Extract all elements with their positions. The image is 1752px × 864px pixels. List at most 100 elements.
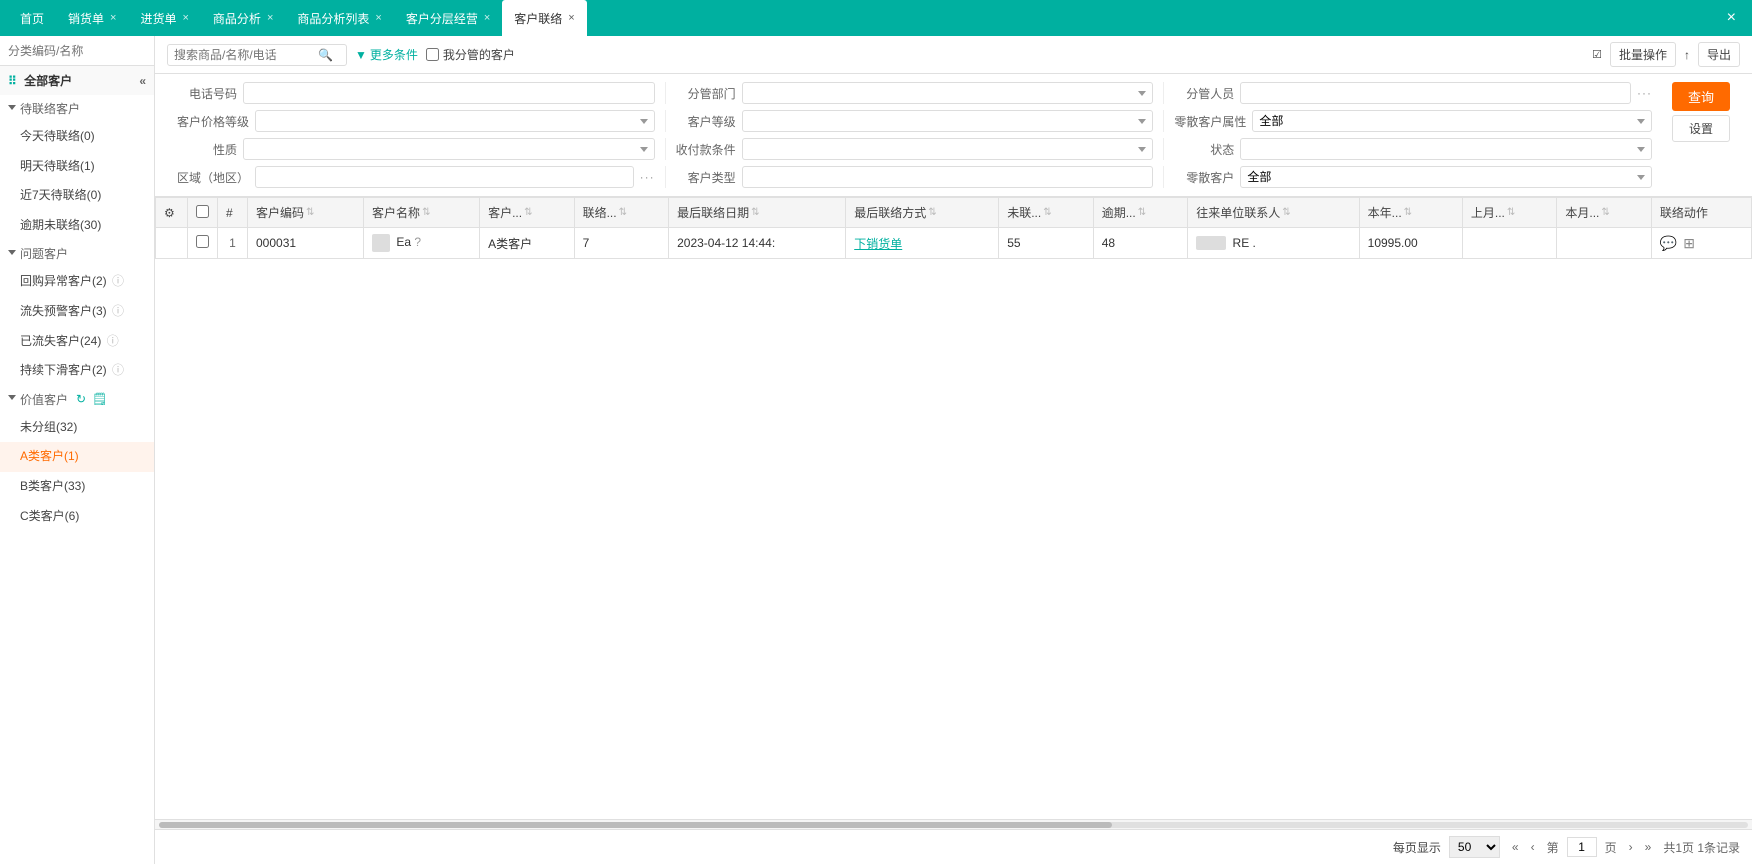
qr-icon[interactable]: ⊞ [1683, 235, 1695, 252]
price-grade-select[interactable] [255, 110, 655, 132]
th-last-month: 上月... ⇅ [1462, 198, 1557, 228]
select-all-checkbox[interactable] [196, 205, 209, 218]
customer-contact-label: 客户联络 [514, 10, 562, 27]
batch-ops-button[interactable]: 批量操作 [1610, 42, 1676, 67]
sparse-attr-select[interactable]: 全部 [1252, 110, 1652, 132]
sidebar-item-today[interactable]: 今天待联络(0) [0, 122, 154, 152]
sidebar-group-pending[interactable]: 待联络客户 [0, 95, 154, 122]
page-input[interactable] [1567, 837, 1597, 857]
h-scrollbar-thumb [159, 822, 1112, 828]
last-page-btn[interactable]: » [1641, 839, 1656, 855]
close-all-icon[interactable]: × [1719, 9, 1744, 27]
sort-code-icon[interactable]: ⇅ [306, 207, 314, 218]
h-scrollbar[interactable] [155, 819, 1752, 829]
td-gear [156, 228, 188, 259]
cust-grade-label: 客户等级 [676, 113, 736, 130]
td-num: 1 [218, 228, 248, 259]
nav-tab-customer-mgmt[interactable]: 客户分层经营 × [394, 0, 502, 36]
settings-button[interactable]: 设置 [1672, 115, 1730, 142]
sort-name-icon[interactable]: ⇅ [422, 207, 430, 218]
sidebar-all-customers[interactable]: ⠿ 全部客户 « [0, 66, 154, 95]
sidebar-item-a-class[interactable]: A类客户(1) [0, 442, 154, 472]
filter-cell-dept: 分管部门 [666, 82, 1165, 104]
region-input[interactable] [255, 166, 634, 188]
dept-label: 分管部门 [676, 85, 736, 102]
status-select[interactable] [1240, 138, 1652, 160]
close-goods-analysis-icon[interactable]: × [267, 12, 273, 24]
dept-select[interactable] [742, 82, 1154, 104]
sidebar-item-b-class[interactable]: B类客户(33) [0, 472, 154, 502]
person-dots[interactable]: ··· [1637, 86, 1652, 100]
close-purchase-icon[interactable]: × [182, 12, 188, 24]
cust-type-input[interactable] [742, 166, 1154, 188]
row-checkbox[interactable] [196, 235, 209, 248]
search-icon[interactable]: 🔍 [318, 48, 333, 62]
sort-date-icon[interactable]: ⇅ [751, 207, 759, 218]
all-customers-label: ⠿ 全部客户 [8, 72, 72, 89]
sort-type-icon[interactable]: ⇅ [524, 207, 532, 218]
settings-gear-icon[interactable]: ⚙ [164, 206, 175, 220]
td-not-contacted: 55 [999, 228, 1094, 259]
sidebar-group-value[interactable]: 价值客户 ↻ 🗒 [0, 386, 154, 413]
customer-mgmt-label: 客户分层经营 [406, 10, 478, 27]
per-page-select[interactable]: 50 100 [1449, 836, 1500, 858]
payment-select[interactable] [742, 138, 1154, 160]
close-goods-list-icon[interactable]: × [375, 12, 381, 24]
nav-tab-purchase[interactable]: 进货单 × [128, 0, 200, 36]
my-customers-check[interactable] [426, 48, 439, 61]
nav-tab-goods-analysis[interactable]: 商品分析 × [201, 0, 285, 36]
sidebar-item-repurchase-abnormal[interactable]: 回购异常客户(2) ⓘ [0, 267, 154, 297]
chat-icon[interactable]: 💬 [1660, 235, 1677, 252]
person-input[interactable] [1240, 82, 1631, 104]
home-label: 首页 [20, 10, 44, 27]
filter-cell-cust-type: 客户类型 [666, 166, 1165, 188]
sidebar-item-declining[interactable]: 持续下滑客户(2) ⓘ [0, 356, 154, 386]
cust-grade-select[interactable] [742, 110, 1154, 132]
sidebar-item-overdue[interactable]: 逾期未联络(30) [0, 211, 154, 241]
nav-tab-sales[interactable]: 销货单 × [56, 0, 128, 36]
more-conditions-btn[interactable]: ▼ 更多条件 [355, 46, 418, 63]
cust-type-label: 客户类型 [676, 169, 736, 186]
sidebar-item-7days[interactable]: 近7天待联络(0) [0, 181, 154, 211]
last-method-link[interactable]: 下销货单 [854, 237, 902, 251]
nav-tab-customer-contact[interactable]: 客户联络 × [502, 0, 586, 36]
first-page-btn[interactable]: « [1508, 839, 1523, 855]
region-label: 区域（地区） [177, 169, 249, 186]
nav-tab-home[interactable]: 首页 [8, 0, 56, 36]
sidebar-item-churn-warning[interactable]: 流失预警客户(3) ⓘ [0, 297, 154, 327]
nav-tab-goods-list[interactable]: 商品分析列表 × [285, 0, 393, 36]
prev-page-btn[interactable]: ‹ [1527, 839, 1539, 855]
sort-not-contacted-icon[interactable]: ⇅ [1043, 207, 1051, 218]
close-customer-contact-icon[interactable]: × [568, 12, 574, 24]
close-sales-icon[interactable]: × [110, 12, 116, 24]
close-customer-mgmt-icon[interactable]: × [484, 12, 490, 24]
sidebar-item-c-class[interactable]: C类客户(6) [0, 502, 154, 532]
td-liaison: RE . [1188, 228, 1359, 259]
sidebar-item-unclassified[interactable]: 未分组(32) [0, 413, 154, 443]
next-page-btn[interactable]: › [1625, 839, 1637, 855]
my-customers-checkbox[interactable]: 我分管的客户 [426, 46, 515, 63]
sidebar-search-input[interactable] [8, 44, 155, 58]
payment-label: 收付款条件 [676, 141, 736, 158]
checkbox-icon: ☑ [1592, 48, 1602, 61]
phone-input[interactable] [243, 82, 655, 104]
export-button[interactable]: 导出 [1698, 42, 1740, 67]
sort-this-month-icon[interactable]: ⇅ [1601, 207, 1609, 218]
sidebar-item-tomorrow[interactable]: 明天待联络(1) [0, 152, 154, 182]
sidebar-item-churned[interactable]: 已流失客户(24) ⓘ [0, 327, 154, 357]
sort-method-icon[interactable]: ⇅ [928, 207, 936, 218]
nature-select[interactable] [243, 138, 655, 160]
sort-last-month-icon[interactable]: ⇅ [1507, 207, 1515, 218]
sort-liaison-icon[interactable]: ⇅ [1282, 207, 1290, 218]
sparse-label: 零散客户 [1174, 169, 1234, 186]
sparse-select[interactable]: 全部 [1240, 166, 1652, 188]
query-button[interactable]: 查询 [1672, 82, 1730, 111]
region-dots[interactable]: ··· [640, 170, 655, 184]
sort-contacts-icon[interactable]: ⇅ [619, 207, 627, 218]
sidebar-group-problem[interactable]: 问题客户 [0, 240, 154, 267]
search-input[interactable] [174, 48, 314, 62]
sort-year-icon[interactable]: ⇅ [1404, 207, 1412, 218]
table-row: 1 000031 Ea ? A类客户 [156, 228, 1752, 259]
td-type: A类客户 [480, 228, 575, 259]
sort-overdue-icon[interactable]: ⇅ [1138, 207, 1146, 218]
